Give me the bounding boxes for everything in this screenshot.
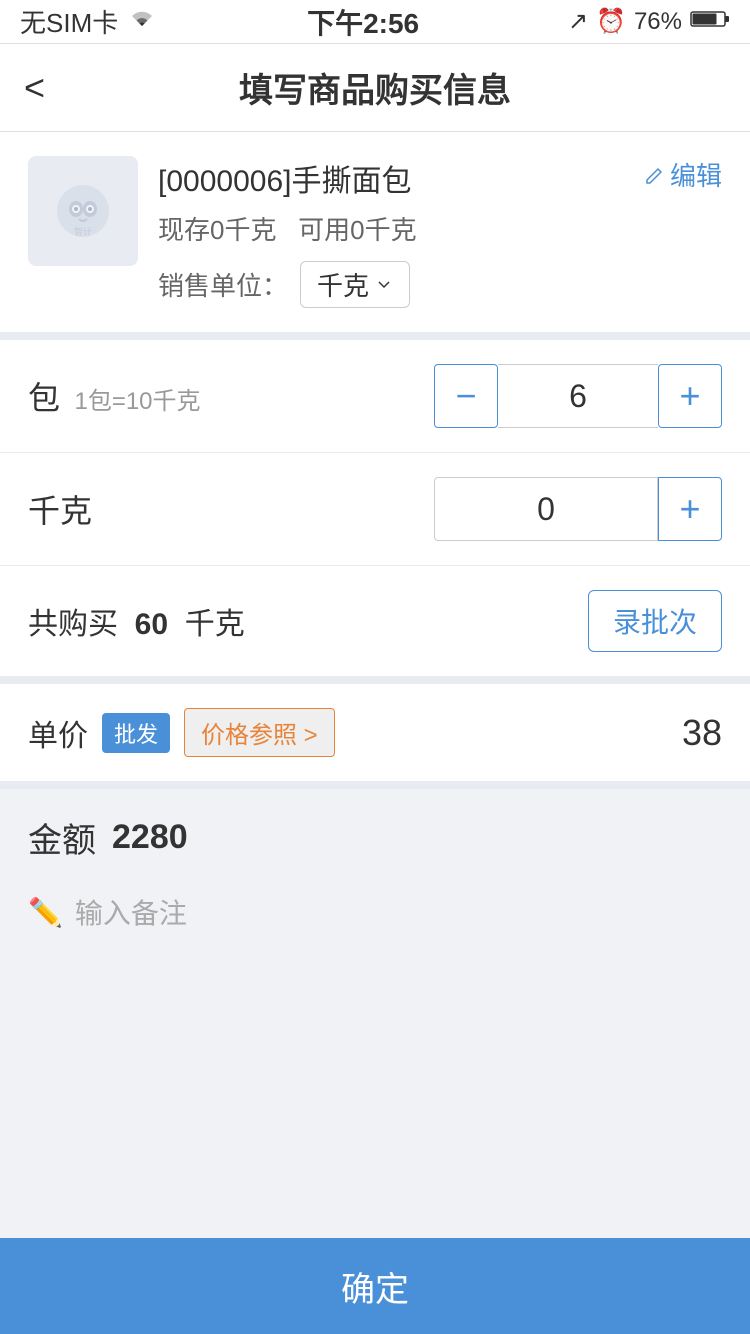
price-section: 单价 批发 价格参照 > 38 [0, 684, 750, 789]
location-icon: ↗ [568, 7, 588, 36]
battery-text: 76% [634, 8, 682, 36]
back-button[interactable]: < [24, 67, 45, 109]
status-time: 下午2:56 [307, 2, 419, 42]
price-value: 38 [682, 712, 722, 754]
pack-decrease-button[interactable]: − [434, 364, 498, 428]
unit-label: 销售单位： [158, 266, 288, 303]
kg-row: 千克 + [0, 453, 750, 566]
amount-section: 金额 2280 ✏️ 输入备注 [0, 789, 750, 1238]
pack-qty-input[interactable] [498, 364, 658, 428]
alarm-icon: ⏰ [596, 7, 626, 36]
batch-button[interactable]: 录批次 [588, 590, 722, 652]
edit-button[interactable]: 编辑 [644, 156, 722, 193]
pack-row: 包 1包=10千克 − + [0, 340, 750, 453]
product-image: 智计 [28, 156, 138, 266]
status-bar: 无SIM卡 下午2:56 ↗ ⏰ 76% [0, 0, 750, 44]
status-right: ↗ ⏰ 76% [568, 7, 730, 36]
nav-bar: < 填写商品购买信息 [0, 44, 750, 132]
kg-increase-button[interactable]: + [658, 477, 722, 541]
kg-label: 千克 [28, 486, 92, 532]
input-section: 包 1包=10千克 − + 千克 + [0, 340, 750, 566]
pencil-icon: ✏️ [28, 896, 63, 929]
pack-increase-button[interactable]: + [658, 364, 722, 428]
price-tag: 批发 [102, 713, 170, 753]
total-text: 共购买 60 千克 [28, 599, 245, 643]
remark-placeholder: 输入备注 [75, 892, 187, 932]
svg-text:智计: 智计 [74, 226, 92, 237]
price-left: 单价 批发 价格参照 > [28, 708, 335, 757]
product-name: [0000006]手撕面包 [158, 156, 411, 200]
total-row: 共购买 60 千克 录批次 [0, 566, 750, 684]
pack-sub-label: 1包=10千克 [74, 388, 200, 415]
product-card: 智计 [0000006]手撕面包 编辑 现存0千克 可用0千克 销售单位： 千克 [0, 132, 750, 340]
amount-value: 2280 [112, 818, 188, 857]
remark-row[interactable]: ✏️ 输入备注 [28, 882, 722, 942]
page-title: 填写商品购买信息 [239, 63, 511, 112]
status-left: 无SIM卡 [20, 3, 158, 40]
battery-icon [690, 8, 730, 36]
amount-label: 金额 [28, 813, 96, 862]
price-label: 单价 [28, 711, 88, 755]
pack-qty-control: − + [434, 364, 722, 428]
kg-qty-control: + [434, 477, 722, 541]
wifi-icon [126, 6, 158, 37]
no-sim-text: 无SIM卡 [20, 3, 118, 40]
price-ref-button[interactable]: 价格参照 > [184, 708, 335, 757]
amount-row: 金额 2280 [28, 813, 722, 862]
kg-qty-input[interactable] [434, 477, 658, 541]
total-value: 60 [135, 608, 168, 641]
product-info: [0000006]手撕面包 编辑 现存0千克 可用0千克 销售单位： 千克 [158, 156, 722, 308]
price-row: 单价 批发 价格参照 > 38 [28, 708, 722, 757]
confirm-button[interactable]: 确定 [0, 1238, 750, 1334]
unit-select[interactable]: 千克 [300, 261, 410, 308]
pack-label: 包 [28, 380, 60, 416]
product-stock: 现存0千克 可用0千克 [158, 210, 722, 247]
